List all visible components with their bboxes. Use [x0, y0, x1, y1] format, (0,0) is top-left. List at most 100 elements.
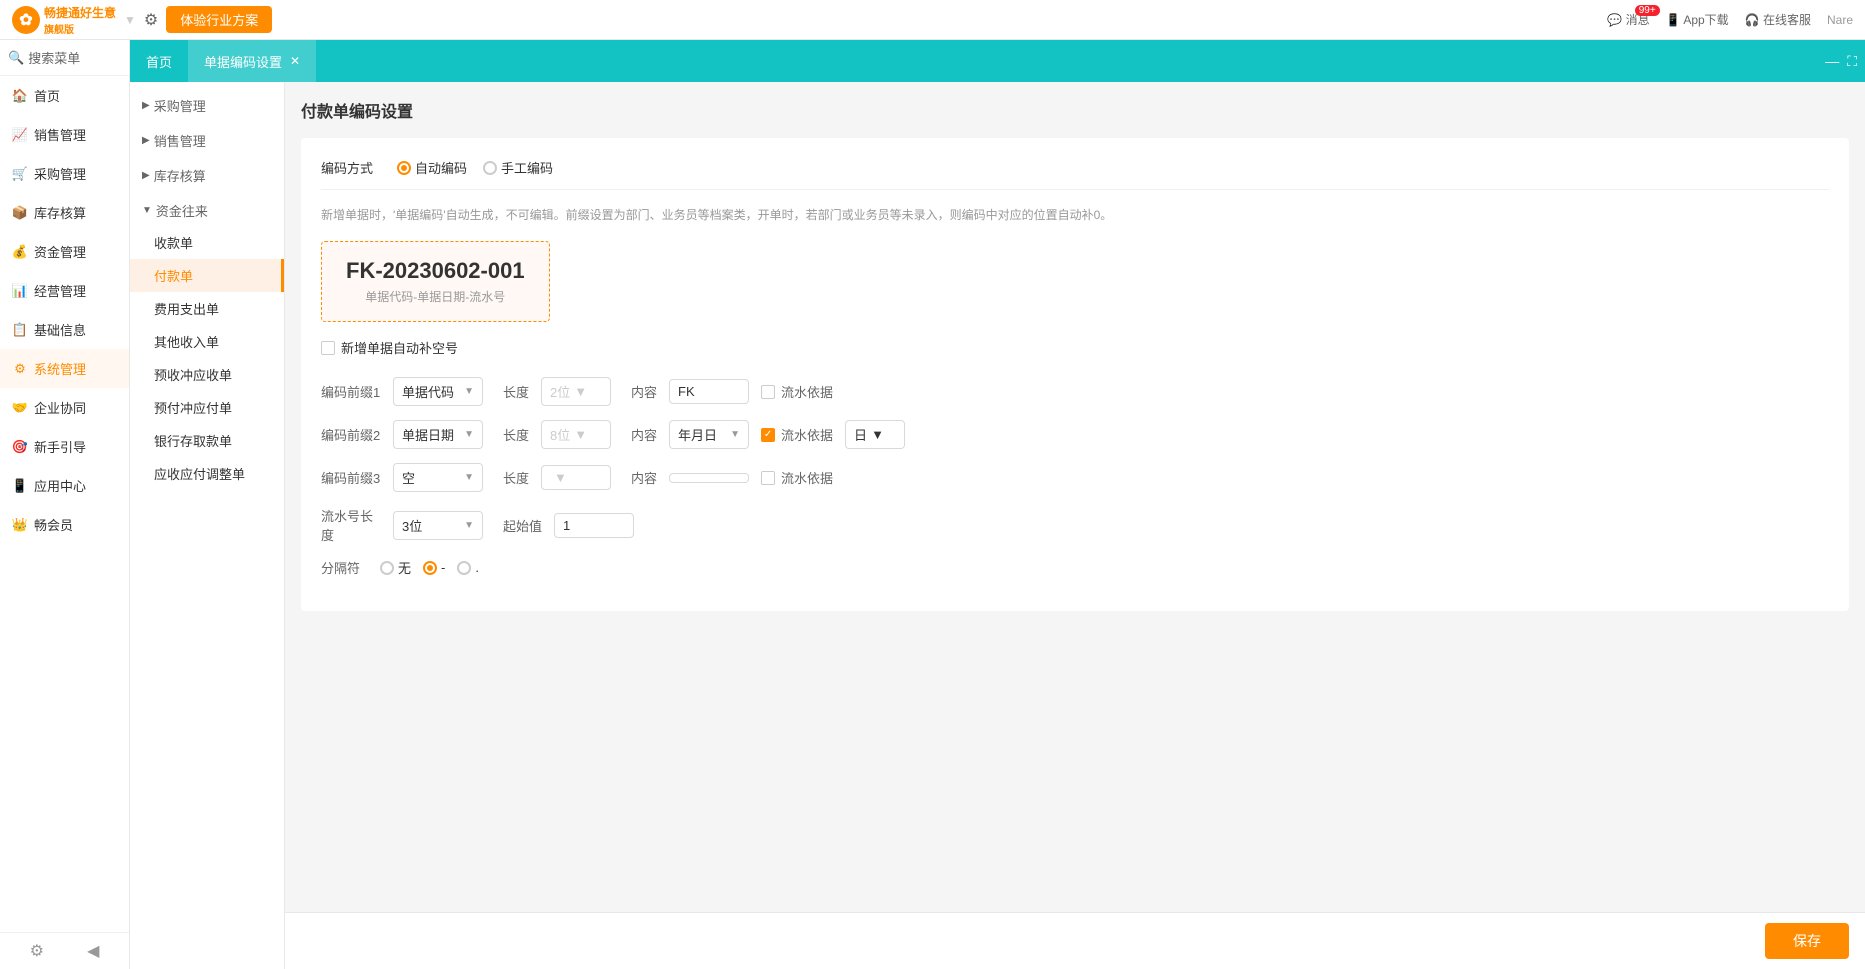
save-button[interactable]: 保存	[1765, 923, 1849, 959]
prefix2-arrow-icon: ▼	[464, 429, 474, 440]
sidebar-item-inventory[interactable]: 📦 库存核算	[0, 193, 129, 232]
home-icon: 🏠	[12, 88, 28, 104]
main-panel: 付款单编码设置 编码方式 自动编码	[285, 82, 1865, 912]
flow-checkbox-1[interactable]	[761, 385, 775, 399]
prefix3-select[interactable]: 空 ▼	[393, 463, 483, 492]
serial-start-input[interactable]: 1	[554, 513, 634, 538]
user-name[interactable]: Nare	[1827, 13, 1853, 27]
prefix3-arrow-icon: ▼	[464, 472, 474, 483]
length2-select[interactable]: 8位 ▼	[541, 420, 611, 449]
sub-sidebar-item-other-income[interactable]: 其他收入单	[130, 325, 284, 358]
sep-dash-radio[interactable]: -	[423, 560, 445, 575]
sub-sidebar-bank-deposit-label: 银行存取款单	[154, 434, 232, 449]
topbar-dropdown[interactable]: ▼	[124, 13, 136, 27]
sidebar-item-system[interactable]: ⚙ 系统管理	[0, 349, 129, 388]
sep-dot-radio[interactable]: .	[457, 560, 479, 575]
sidebar-item-finance[interactable]: 💰 资金管理	[0, 232, 129, 271]
config-prefix1-label: 编码前缀1	[321, 382, 381, 401]
sub-sidebar-ar-ap-adj-label: 应收应付调整单	[154, 467, 245, 482]
sub-sidebar-item-expense[interactable]: 费用支出单	[130, 292, 284, 325]
sidebar-item-operation[interactable]: 📊 经营管理	[0, 271, 129, 310]
flow-checkbox-row-2: ✓ 流水依据	[761, 425, 833, 444]
sub-sidebar-item-ar-ap-adj[interactable]: 应收应付调整单	[130, 457, 284, 490]
sub-sidebar-item-receipt[interactable]: 收款单	[130, 226, 284, 259]
sidebar-item-basic[interactable]: 📋 基础信息	[0, 310, 129, 349]
app-download-btn[interactable]: 📱 App下载	[1666, 11, 1729, 28]
prefix3-value: 空	[402, 468, 415, 487]
arrow-down-icon: ▼	[142, 205, 152, 216]
preview-box: FK-20230602-001 单据代码-单据日期-流水号	[321, 241, 550, 322]
sub-sidebar-payment-label: 付款单	[154, 269, 193, 284]
member-icon: 👑	[12, 517, 28, 533]
sidebar-collapse-icon[interactable]: ◀	[87, 941, 99, 961]
sidebar-settings-icon[interactable]: ⚙	[30, 941, 44, 961]
length3-select[interactable]: ▼	[541, 465, 611, 490]
tabbar-minimize-btn[interactable]: —	[1825, 53, 1839, 69]
sub-sidebar-inventory-header[interactable]: ▶ 库存核算	[130, 160, 284, 191]
length1-label: 长度	[503, 382, 529, 401]
sub-sidebar-sales-header[interactable]: ▶ 销售管理	[130, 125, 284, 156]
sidebar-item-app-center-label: 应用中心	[34, 476, 86, 495]
enterprise-icon: 🤝	[12, 400, 28, 416]
tab-doc-code-label: 单据编码设置	[204, 52, 282, 71]
radio-auto[interactable]: 自动编码	[397, 158, 467, 177]
sidebar-bottom: ⚙ ◀	[0, 932, 129, 969]
serial-length-select[interactable]: 3位 ▼	[393, 511, 483, 540]
sidebar-item-guide[interactable]: 🎯 新手引导	[0, 427, 129, 466]
tab-home[interactable]: 首页	[130, 40, 188, 82]
prefix1-select[interactable]: 单据代码 ▼	[393, 377, 483, 406]
sub-sidebar-item-payment[interactable]: 付款单	[130, 259, 284, 292]
online-service-btn[interactable]: 🎧 在线客服	[1745, 11, 1811, 28]
flow-label-2: 流水依据	[781, 425, 833, 444]
sidebar-item-member[interactable]: 👑 畅会员	[0, 505, 129, 544]
sep-none-label: 无	[398, 558, 411, 577]
prefix2-select[interactable]: 单据日期 ▼	[393, 420, 483, 449]
sidebar-item-sales[interactable]: 📈 销售管理	[0, 115, 129, 154]
sep-none-radio[interactable]: 无	[380, 558, 411, 577]
trial-btn[interactable]: 体验行业方案	[166, 6, 272, 33]
radio-manual-dot	[483, 161, 497, 175]
tab-close-icon[interactable]: ✕	[290, 54, 300, 68]
serial-length-arrow-icon: ▼	[464, 520, 474, 531]
topbar-settings-icon[interactable]: ⚙	[144, 10, 158, 30]
sub-sidebar-item-advance-ar[interactable]: 预收冲应收单	[130, 358, 284, 391]
sep-none-dot	[380, 561, 394, 575]
flow-checkbox-3[interactable]	[761, 471, 775, 485]
day-select[interactable]: 日 ▼	[845, 420, 905, 449]
content2-label: 内容	[631, 425, 657, 444]
length1-value: 2位	[550, 382, 570, 401]
radio-auto-dot	[397, 161, 411, 175]
message-btn[interactable]: 💬 消息 99+	[1607, 11, 1649, 28]
tab-doc-code-settings[interactable]: 单据编码设置 ✕	[188, 40, 316, 82]
tabbar: 首页 单据编码设置 ✕ — ⛶	[130, 40, 1865, 82]
sidebar-item-purchase[interactable]: 🛒 采购管理	[0, 154, 129, 193]
sub-sidebar-item-advance-ap[interactable]: 预付冲应付单	[130, 391, 284, 424]
sep-dot-label: .	[475, 560, 479, 575]
sidebar-item-enterprise-label: 企业协同	[34, 398, 86, 417]
tabbar-maximize-btn[interactable]: ⛶	[1847, 53, 1857, 70]
sub-sidebar-purchase-label: 采购管理	[154, 96, 206, 115]
auto-fill-checkbox[interactable]	[321, 341, 335, 355]
sub-sidebar-item-bank-deposit[interactable]: 银行存取款单	[130, 424, 284, 457]
sidebar-item-inventory-label: 库存核算	[34, 203, 86, 222]
serial-label: 流水号长度	[321, 506, 381, 544]
sub-sidebar-receipt-label: 收款单	[154, 236, 193, 251]
content2-select[interactable]: 年月日 ▼	[669, 420, 749, 449]
sub-sidebar-purchase-header[interactable]: ▶ 采购管理	[130, 90, 284, 121]
topbar: ✿ 畅捷通好生意 旗舰版 ▼ ⚙ 体验行业方案 💬 消息 99+ 📱 App下载…	[0, 0, 1865, 40]
sidebar-item-guide-label: 新手引导	[34, 437, 86, 456]
search-menu[interactable]: 🔍 搜索菜单	[0, 40, 129, 76]
flow-checkbox-2[interactable]: ✓	[761, 428, 775, 442]
radio-manual[interactable]: 手工编码	[483, 158, 553, 177]
sidebar-item-home[interactable]: 🏠 首页	[0, 76, 129, 115]
auto-fill-label: 新增单据自动补空号	[341, 338, 458, 357]
sidebar-item-enterprise[interactable]: 🤝 企业协同	[0, 388, 129, 427]
sidebar-item-app-center[interactable]: 📱 应用中心	[0, 466, 129, 505]
basic-icon: 📋	[12, 322, 28, 338]
sidebar-item-sales-label: 销售管理	[34, 125, 86, 144]
app-logo: ✿ 畅捷通好生意 旗舰版	[12, 4, 116, 36]
length1-select[interactable]: 2位 ▼	[541, 377, 611, 406]
tabbar-actions: — ⛶	[1825, 53, 1865, 70]
sub-sidebar-capital-header[interactable]: ▼ 资金往来	[130, 195, 284, 226]
flow-label-1: 流水依据	[781, 382, 833, 401]
